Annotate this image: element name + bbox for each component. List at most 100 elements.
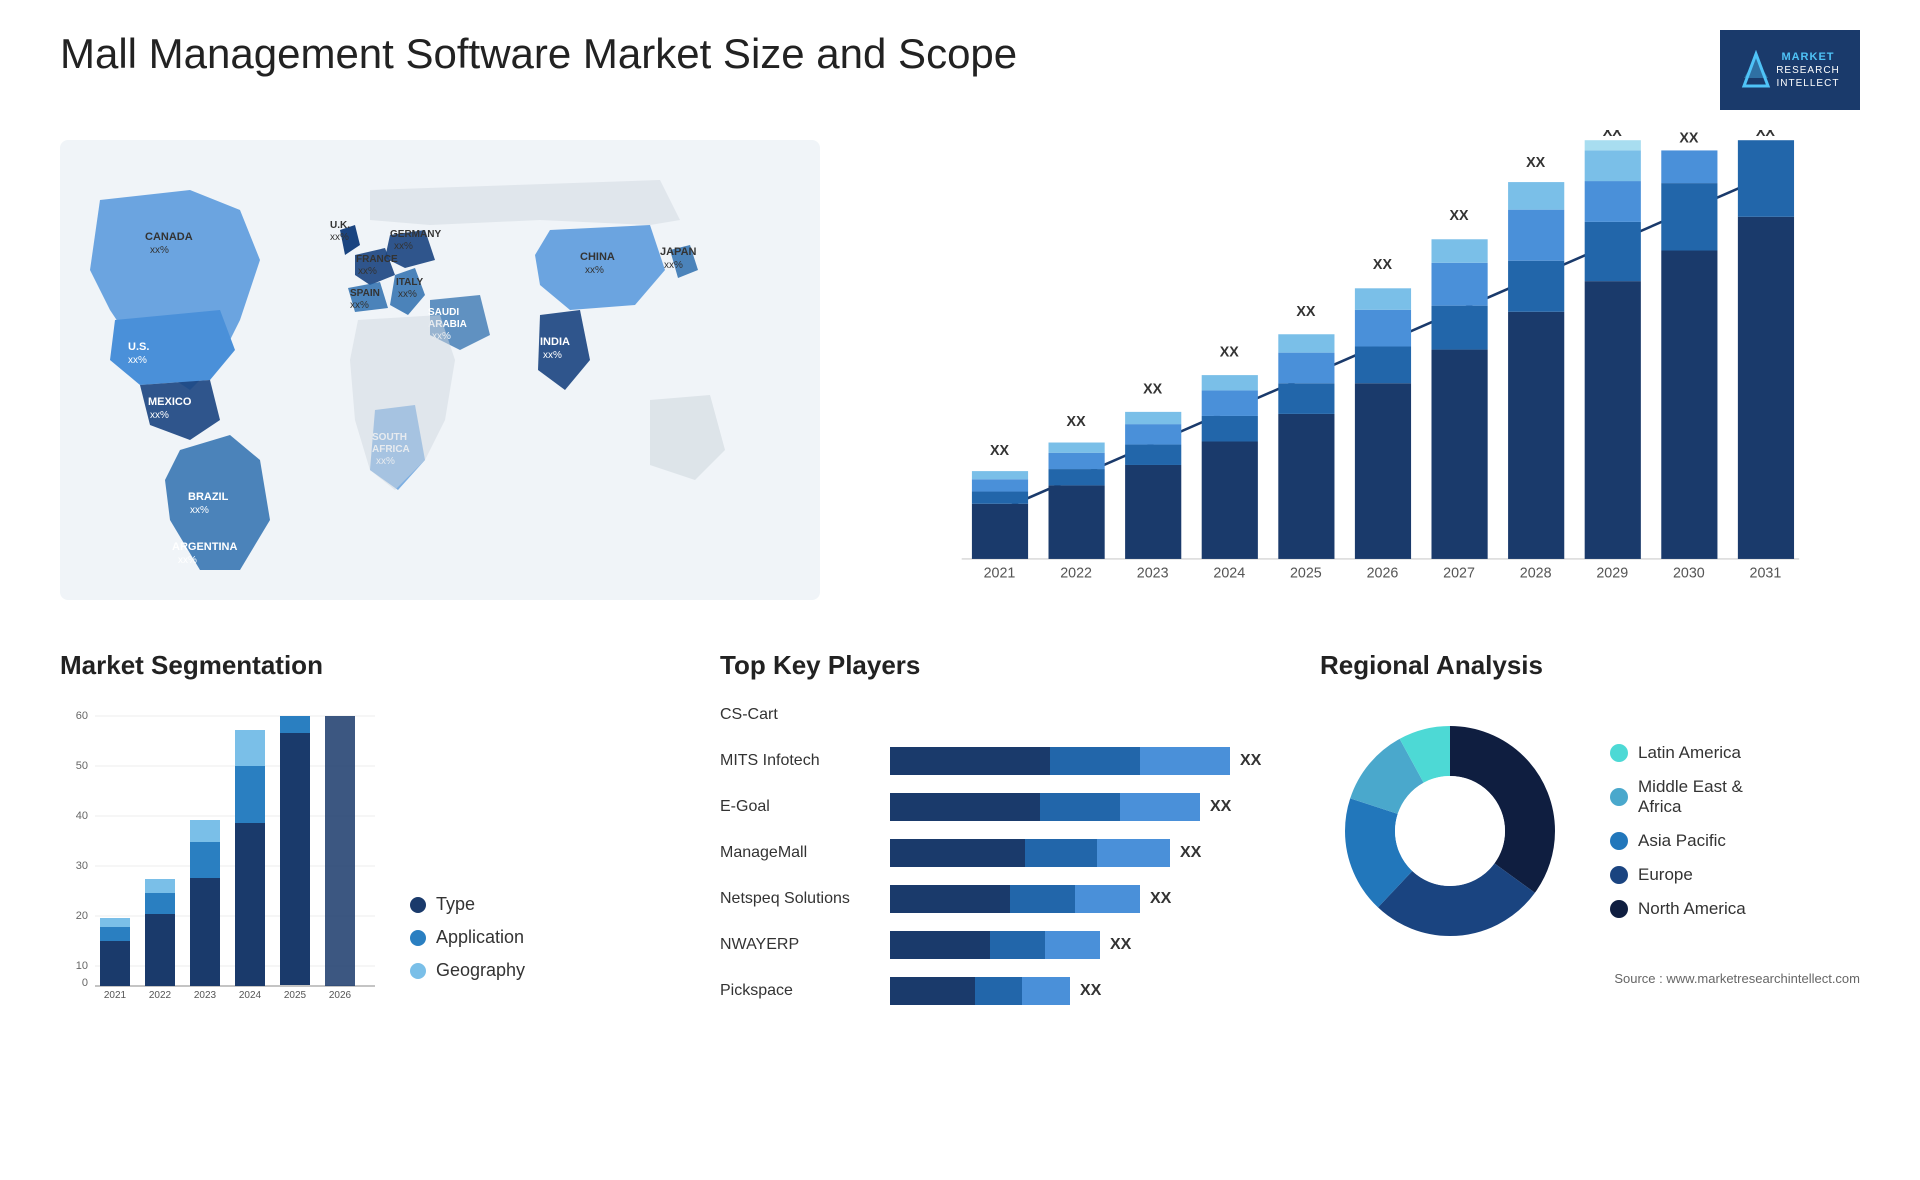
legend-label-type: Type [436, 894, 475, 915]
segmentation-chart-svg: 60 50 40 30 20 10 0 [60, 701, 380, 1001]
svg-text:0: 0 [82, 977, 88, 989]
svg-text:xx%: xx% [350, 300, 369, 311]
svg-text:20: 20 [76, 910, 88, 922]
players-table: CS-Cart MITS Infotech XX [720, 701, 1280, 1005]
reg-dot-mea [1610, 788, 1628, 806]
player-name-netspeq: Netspeq Solutions [720, 890, 880, 908]
reg-label-mea: Middle East &Africa [1638, 777, 1743, 817]
player-name-egoal: E-Goal [720, 798, 880, 816]
bar-seg-light [1120, 793, 1200, 821]
player-val-pickspace: XX [1080, 982, 1101, 1000]
bar-seg-dark [890, 931, 990, 959]
svg-text:BRAZIL: BRAZIL [188, 491, 229, 503]
world-map-svg: CANADA xx% U.S. xx% MEXICO xx% BRAZIL xx… [60, 130, 820, 610]
top-section: CANADA xx% U.S. xx% MEXICO xx% BRAZIL xx… [60, 130, 1860, 610]
svg-text:SPAIN: SPAIN [350, 288, 380, 299]
svg-text:xx%: xx% [394, 241, 413, 252]
reg-dot-europe [1610, 866, 1628, 884]
svg-text:GERMANY: GERMANY [390, 229, 441, 240]
svg-text:2027: 2027 [1443, 565, 1475, 581]
svg-text:2023: 2023 [194, 990, 217, 1001]
svg-text:2022: 2022 [1060, 565, 1092, 581]
svg-text:2021: 2021 [984, 565, 1016, 581]
player-name-pickspace: Pickspace [720, 982, 880, 1000]
svg-text:ITALY: ITALY [396, 277, 424, 288]
bar-seg-dark [890, 977, 975, 1005]
svg-text:XX: XX [1756, 130, 1776, 140]
page-title: Mall Management Software Market Size and… [60, 30, 1017, 78]
legend-label-application: Application [436, 927, 524, 948]
svg-text:xx%: xx% [150, 410, 169, 421]
svg-text:2024: 2024 [239, 990, 262, 1001]
player-row-netspeq: Netspeq Solutions XX [720, 885, 1280, 913]
legend-type: Type [410, 894, 525, 915]
reg-legend-latin: Latin America [1610, 743, 1746, 763]
svg-text:XX: XX [990, 443, 1010, 459]
svg-text:2025: 2025 [284, 990, 307, 1001]
players-title: Top Key Players [720, 650, 1280, 681]
svg-text:FRANCE: FRANCE [356, 254, 398, 265]
regional-section: Regional Analysis [1320, 650, 1860, 1150]
player-bar-mits: XX [890, 747, 1280, 775]
svg-text:xx%: xx% [150, 245, 169, 256]
reg-label-europe: Europe [1638, 865, 1693, 885]
svg-text:XX: XX [1450, 208, 1470, 224]
bottom-section: Market Segmentation 60 50 40 30 20 10 0 [60, 650, 1860, 1150]
bar-seg-light [1022, 977, 1070, 1005]
segmentation-title: Market Segmentation [60, 650, 680, 681]
donut-chart-svg [1320, 701, 1580, 961]
player-row-egoal: E-Goal XX [720, 793, 1280, 821]
page: Mall Management Software Market Size and… [0, 0, 1920, 1180]
reg-legend-europe: Europe [1610, 865, 1746, 885]
svg-text:2028: 2028 [1520, 565, 1552, 581]
player-val-nwayerp: XX [1110, 936, 1131, 954]
donut-wrapper: Latin America Middle East &Africa Asia P… [1320, 701, 1860, 961]
svg-text:2023: 2023 [1137, 565, 1169, 581]
svg-text:XX: XX [1603, 130, 1623, 140]
logo-icon [1740, 50, 1772, 90]
reg-legend-mea: Middle East &Africa [1610, 777, 1746, 817]
player-row-cscart: CS-Cart [720, 701, 1280, 729]
legend-label-geography: Geography [436, 960, 525, 981]
bar-seg-mid [1040, 793, 1120, 821]
reg-label-latin: Latin America [1638, 743, 1741, 763]
legend-application: Application [410, 927, 525, 948]
reg-dot-latin [1610, 744, 1628, 762]
svg-text:xx%: xx% [330, 232, 349, 243]
player-bar-egoal: XX [890, 793, 1280, 821]
source-text: Source : www.marketresearchintellect.com [1320, 971, 1860, 986]
logo-text: MARKET RESEARCH INTELLECT [1776, 50, 1840, 90]
bar-seg-light [1045, 931, 1100, 959]
bar-seg-mid [1025, 839, 1097, 867]
svg-text:2025: 2025 [1290, 565, 1322, 581]
header: Mall Management Software Market Size and… [60, 30, 1860, 110]
map-container: CANADA xx% U.S. xx% MEXICO xx% BRAZIL xx… [60, 130, 820, 610]
bar-seg-dark [890, 839, 1025, 867]
legend-dot-application [410, 930, 426, 946]
legend-dot-type [410, 897, 426, 913]
reg-legend-apac: Asia Pacific [1610, 831, 1746, 851]
svg-text:2030: 2030 [1673, 565, 1705, 581]
player-bar-netspeq: XX [890, 885, 1280, 913]
reg-dot-apac [1610, 832, 1628, 850]
svg-text:XX: XX [1526, 155, 1546, 171]
player-row-nwayerp: NWAYERP XX [720, 931, 1280, 959]
bar-seg-dark [890, 747, 1050, 775]
svg-text:2021: 2021 [104, 990, 127, 1001]
seg-chart-wrapper: 60 50 40 30 20 10 0 [60, 701, 680, 1001]
bar-seg-light [1140, 747, 1230, 775]
reg-dot-na [1610, 900, 1628, 918]
svg-text:2031: 2031 [1750, 565, 1782, 581]
player-name-nwayerp: NWAYERP [720, 936, 880, 954]
svg-text:10: 10 [76, 960, 88, 972]
player-row-mits: MITS Infotech XX [720, 747, 1280, 775]
svg-text:xx%: xx% [128, 355, 147, 366]
player-val-netspeq: XX [1150, 890, 1171, 908]
logo: MARKET RESEARCH INTELLECT [1720, 30, 1860, 110]
svg-text:40: 40 [76, 810, 88, 822]
svg-text:xx%: xx% [190, 505, 209, 516]
segmentation-legend: Type Application Geography [410, 894, 525, 1001]
svg-text:2029: 2029 [1596, 565, 1628, 581]
player-bar-managemall: XX [890, 839, 1280, 867]
bar-seg-light [1097, 839, 1170, 867]
